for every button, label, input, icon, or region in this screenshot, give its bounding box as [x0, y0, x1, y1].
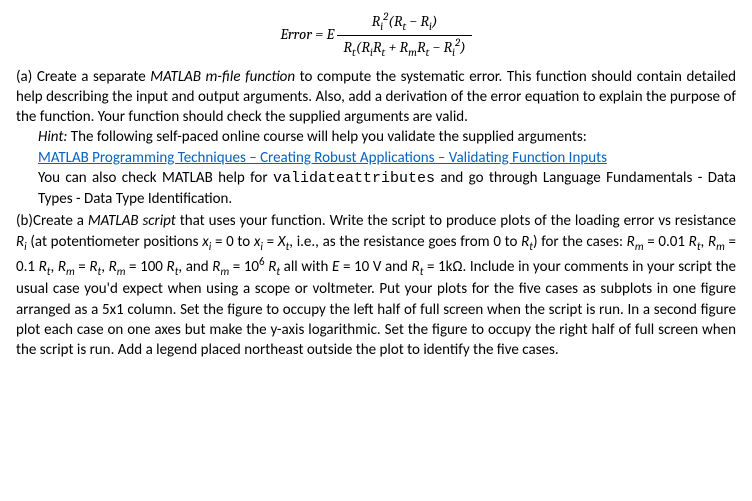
hint-label: Hint:	[38, 128, 67, 146]
hint-text: The following self-paced online course w…	[67, 128, 586, 146]
matlab-link[interactable]: MATLAB Programming Techniques – Creating…	[38, 149, 607, 167]
part-a-post-pre: You can also check MATLAB help for	[38, 169, 273, 187]
error-formula: Error = E Ri2(Rt − Ri) Rt(RiRt + RmRt − …	[16, 10, 736, 61]
part-b-pre: Create a	[33, 212, 88, 230]
part-b-label: (b)	[16, 212, 33, 230]
part-a: (a) Create a separate MATLAB m-file func…	[16, 67, 736, 210]
part-a-ital: MATLAB m-file function	[150, 68, 295, 86]
code-validateattributes: validateattributes	[273, 170, 435, 187]
part-b-body: that uses your function. Write the scrip…	[16, 212, 736, 359]
part-a-text-1: Create a separate	[32, 68, 150, 86]
part-a-label: (a)	[16, 68, 32, 86]
part-b: (b)Create a MATLAB script that uses your…	[16, 211, 736, 360]
part-b-ital: MATLAB script	[88, 212, 176, 230]
